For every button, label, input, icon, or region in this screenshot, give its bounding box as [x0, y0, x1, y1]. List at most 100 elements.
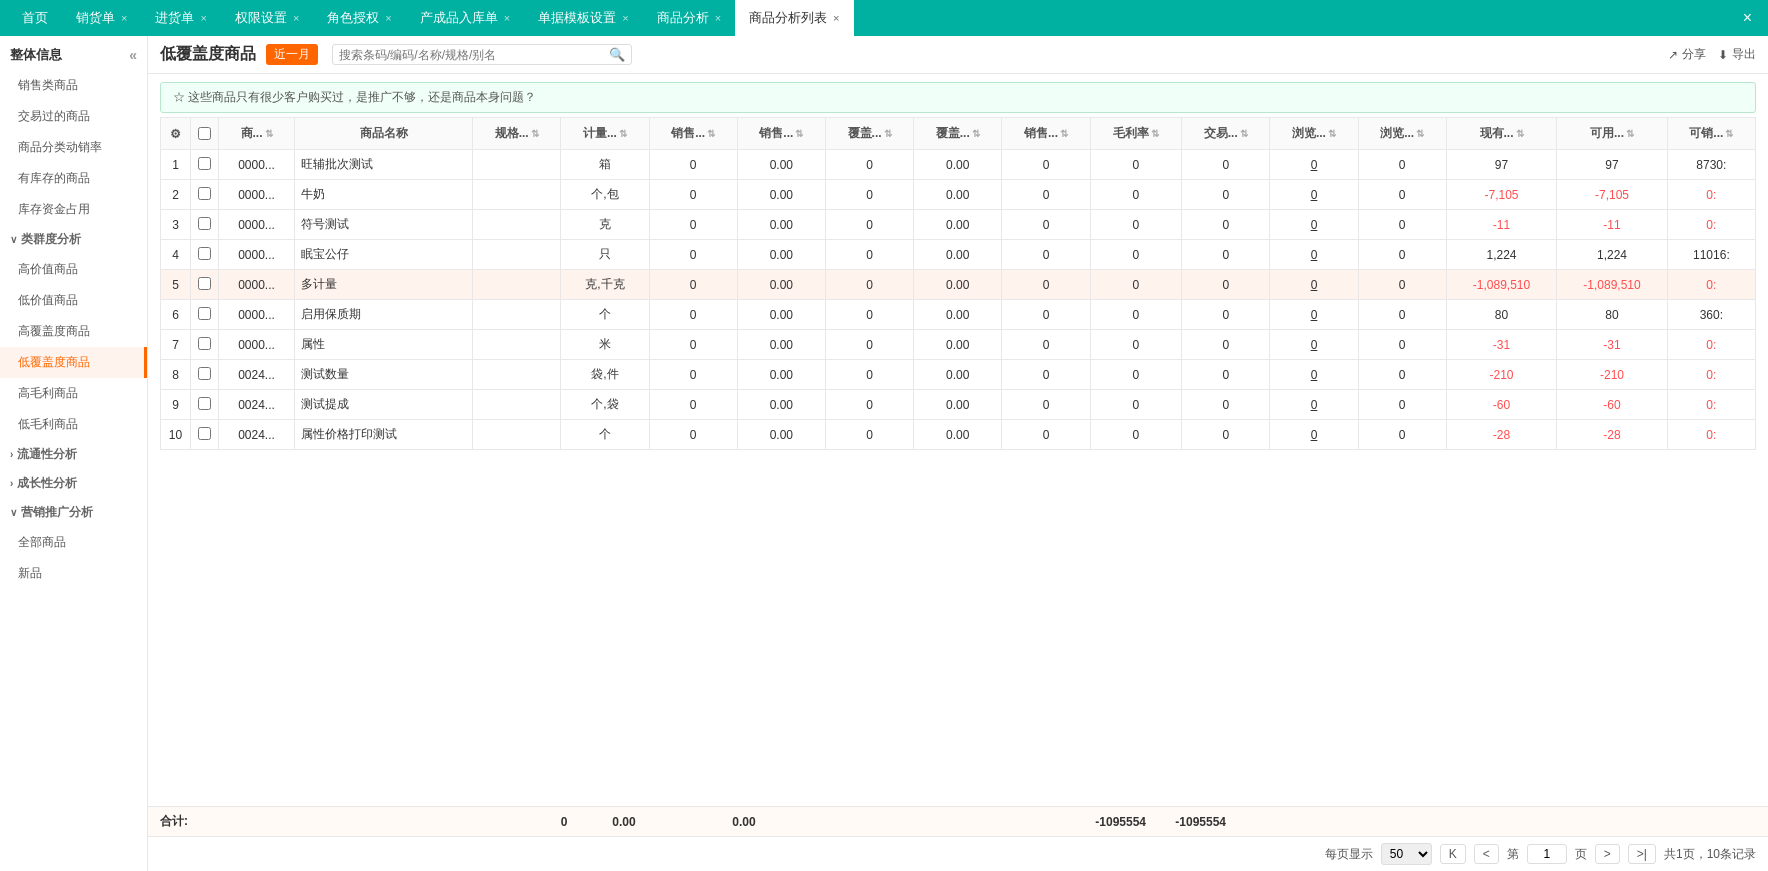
row-name[interactable]: 多计量: [295, 270, 473, 300]
row-checkbox-cell[interactable]: [191, 330, 219, 360]
row-name[interactable]: 测试提成: [295, 390, 473, 420]
th-browse1[interactable]: 浏览...⇅: [1270, 118, 1358, 150]
row-name[interactable]: 启用保质期: [295, 300, 473, 330]
row-checkbox[interactable]: [198, 367, 211, 380]
row-name[interactable]: 属性价格打印测试: [295, 420, 473, 450]
close-warehouse-icon[interactable]: ×: [504, 12, 510, 24]
row-checkbox[interactable]: [198, 157, 211, 170]
th-saleable[interactable]: 可销...⇅: [1667, 118, 1755, 150]
row-checkbox[interactable]: [198, 217, 211, 230]
row-checkbox-cell[interactable]: [191, 420, 219, 450]
prev-page-button[interactable]: <: [1474, 844, 1499, 864]
per-page-select[interactable]: 50 100 200: [1381, 843, 1432, 865]
close-roles-icon[interactable]: ×: [385, 12, 391, 24]
row-browse1[interactable]: 0: [1270, 240, 1358, 270]
row-name[interactable]: 旺辅批次测试: [295, 150, 473, 180]
close-sales-icon[interactable]: ×: [121, 12, 127, 24]
sidebar-item-stock-goods[interactable]: 有库存的商品: [0, 163, 147, 194]
nav-purchase[interactable]: 进货单 ×: [141, 0, 220, 36]
search-input[interactable]: [339, 48, 609, 62]
share-button[interactable]: ↗ 分享: [1668, 46, 1706, 63]
th-name[interactable]: 商品名称: [295, 118, 473, 150]
sidebar-header[interactable]: 整体信息 «: [0, 40, 147, 70]
row-checkbox-cell[interactable]: [191, 390, 219, 420]
first-page-button[interactable]: K: [1440, 844, 1466, 864]
sidebar-section-group[interactable]: ∨ 类群度分析: [0, 225, 147, 254]
row-browse1[interactable]: 0: [1270, 300, 1358, 330]
sidebar-item-new-goods[interactable]: 新品: [0, 558, 147, 589]
th-sales3[interactable]: 销售...⇅: [1002, 118, 1090, 150]
th-checkbox[interactable]: [191, 118, 219, 150]
th-cover1[interactable]: 覆盖...⇅: [825, 118, 913, 150]
row-browse1[interactable]: 0: [1270, 360, 1358, 390]
nav-permissions[interactable]: 权限设置 ×: [221, 0, 313, 36]
nav-roles[interactable]: 角色授权 ×: [313, 0, 405, 36]
page-input[interactable]: [1527, 844, 1567, 864]
row-checkbox-cell[interactable]: [191, 150, 219, 180]
row-browse1[interactable]: 0: [1270, 210, 1358, 240]
sidebar-section-growth[interactable]: › 成长性分析: [0, 469, 147, 498]
row-checkbox[interactable]: [198, 397, 211, 410]
row-browse1[interactable]: 0: [1270, 150, 1358, 180]
row-checkbox[interactable]: [198, 187, 211, 200]
close-analysis-list-icon[interactable]: ×: [833, 12, 839, 24]
th-sales2[interactable]: 销售...⇅: [737, 118, 825, 150]
next-page-button[interactable]: >: [1595, 844, 1620, 864]
row-checkbox[interactable]: [198, 307, 211, 320]
th-cover2[interactable]: 覆盖...⇅: [914, 118, 1002, 150]
th-unit[interactable]: 计量...⇅: [561, 118, 649, 150]
th-spec[interactable]: 规格...⇅: [473, 118, 561, 150]
row-checkbox-cell[interactable]: [191, 210, 219, 240]
sidebar-item-all-goods[interactable]: 全部商品: [0, 527, 147, 558]
row-browse1[interactable]: 0: [1270, 270, 1358, 300]
row-name[interactable]: 测试数量: [295, 360, 473, 390]
select-all-checkbox[interactable]: [198, 127, 211, 140]
sidebar-item-high-value[interactable]: 高价值商品: [0, 254, 147, 285]
sidebar-item-category-rate[interactable]: 商品分类动销率: [0, 132, 147, 163]
th-available[interactable]: 可用...⇅: [1557, 118, 1667, 150]
row-browse1[interactable]: 0: [1270, 390, 1358, 420]
row-name[interactable]: 牛奶: [295, 180, 473, 210]
th-current[interactable]: 现有...⇅: [1446, 118, 1556, 150]
sidebar-item-sales-goods[interactable]: 销售类商品: [0, 70, 147, 101]
sidebar-item-high-coverage[interactable]: 高覆盖度商品: [0, 316, 147, 347]
row-browse1[interactable]: 0: [1270, 420, 1358, 450]
row-checkbox[interactable]: [198, 277, 211, 290]
sidebar-collapse-icon[interactable]: «: [129, 47, 137, 63]
nav-analysis[interactable]: 商品分析 ×: [643, 0, 735, 36]
th-code[interactable]: 商...⇅: [219, 118, 295, 150]
close-templates-icon[interactable]: ×: [622, 12, 628, 24]
sidebar-item-traded-goods[interactable]: 交易过的商品: [0, 101, 147, 132]
browse1-link[interactable]: 0: [1311, 338, 1318, 352]
nav-warehouse[interactable]: 产成品入库单 ×: [406, 0, 524, 36]
th-gross[interactable]: 毛利率⇅: [1090, 118, 1182, 150]
browse1-link[interactable]: 0: [1311, 278, 1318, 292]
row-checkbox[interactable]: [198, 337, 211, 350]
close-purchase-icon[interactable]: ×: [200, 12, 206, 24]
row-checkbox-cell[interactable]: [191, 300, 219, 330]
row-checkbox[interactable]: [198, 427, 211, 440]
row-name[interactable]: 符号测试: [295, 210, 473, 240]
row-checkbox-cell[interactable]: [191, 180, 219, 210]
sidebar-section-flow[interactable]: › 流通性分析: [0, 440, 147, 469]
nav-sales[interactable]: 销货单 ×: [62, 0, 141, 36]
th-browse2[interactable]: 浏览...⇅: [1358, 118, 1446, 150]
row-name[interactable]: 眠宝公仔: [295, 240, 473, 270]
browse1-link[interactable]: 0: [1311, 248, 1318, 262]
browse1-link[interactable]: 0: [1311, 188, 1318, 202]
th-trade[interactable]: 交易...⇅: [1182, 118, 1270, 150]
row-checkbox-cell[interactable]: [191, 270, 219, 300]
row-checkbox-cell[interactable]: [191, 240, 219, 270]
window-close-button[interactable]: ×: [1735, 9, 1760, 27]
browse1-link[interactable]: 0: [1311, 368, 1318, 382]
row-checkbox-cell[interactable]: [191, 360, 219, 390]
last-page-button[interactable]: >|: [1628, 844, 1656, 864]
sidebar-item-low-value[interactable]: 低价值商品: [0, 285, 147, 316]
row-name[interactable]: 属性: [295, 330, 473, 360]
sidebar-item-low-coverage[interactable]: 低覆盖度商品: [0, 347, 147, 378]
sidebar-item-low-margin[interactable]: 低毛利商品: [0, 409, 147, 440]
browse1-link[interactable]: 0: [1311, 158, 1318, 172]
th-settings[interactable]: ⚙: [161, 118, 191, 150]
nav-templates[interactable]: 单据模板设置 ×: [524, 0, 642, 36]
row-browse1[interactable]: 0: [1270, 330, 1358, 360]
